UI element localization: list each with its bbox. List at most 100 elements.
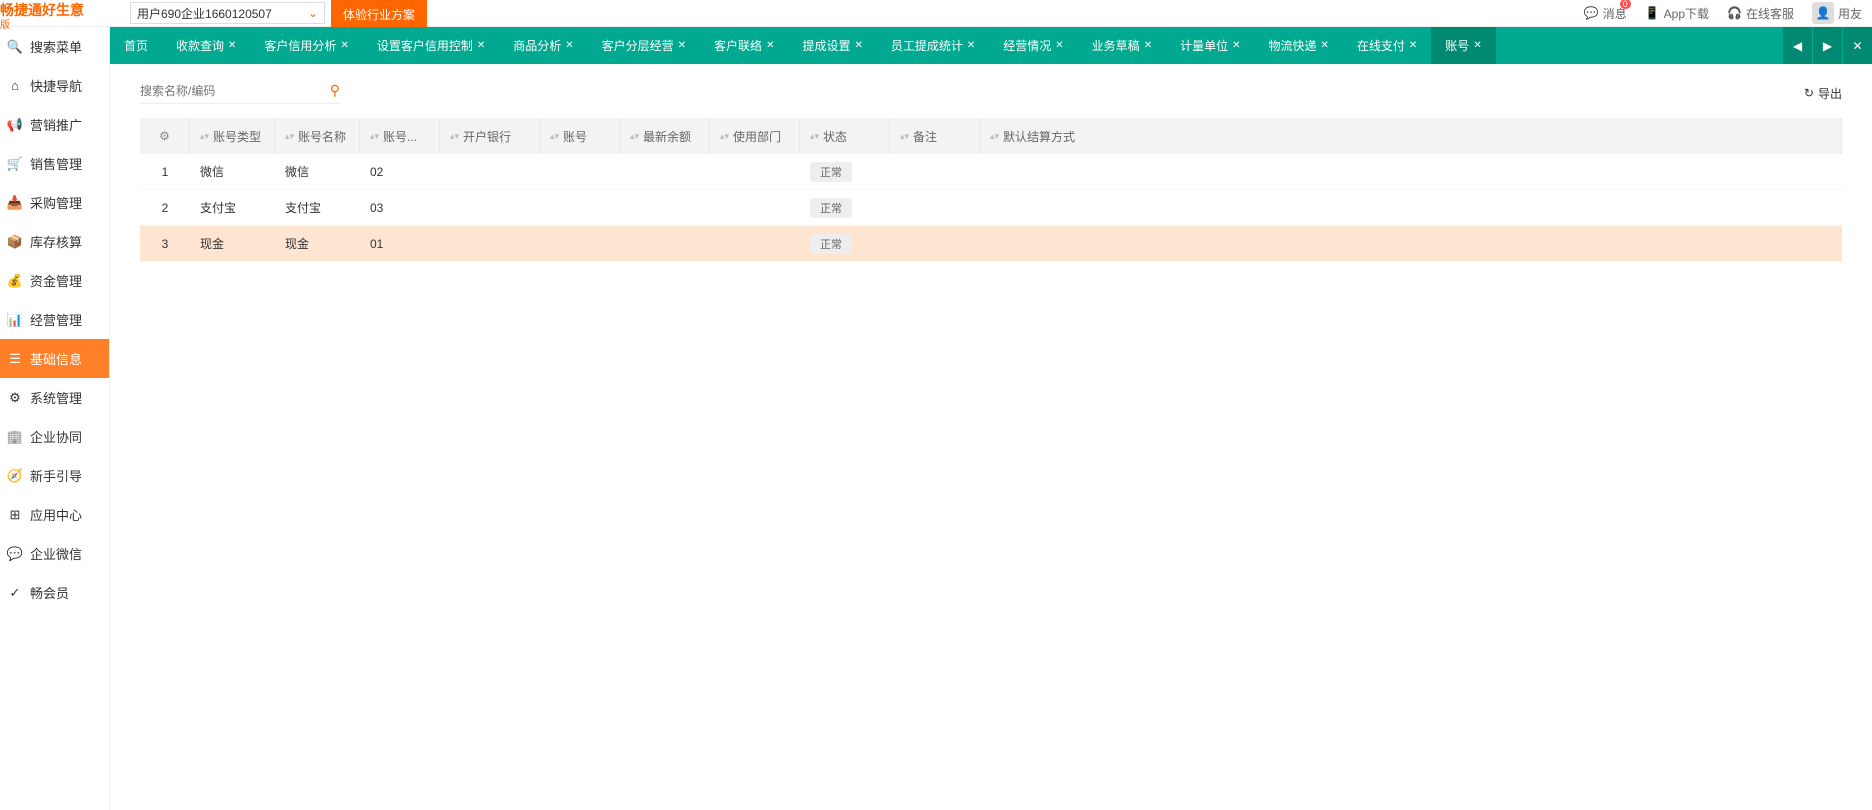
cell-name: 现金 (275, 235, 360, 252)
sidebar-item-label: 搜索菜单 (30, 37, 82, 56)
close-icon[interactable]: ✕ (678, 40, 686, 51)
close-icon[interactable]: ✕ (1473, 40, 1481, 51)
gear-icon: ⚙ (159, 129, 170, 143)
column-department[interactable]: ▴▾使用部门 (710, 118, 800, 154)
enterprise-select-value: 用户690企业1660120507 (137, 5, 272, 22)
tab-scroll-left-button[interactable]: ◀ (1782, 27, 1812, 64)
sidebar-item-label: 新手引导 (30, 466, 82, 485)
enterprise-select[interactable]: 用户690企业1660120507 ⌄ (130, 2, 325, 24)
cell-status: 正常 (800, 234, 890, 254)
close-icon[interactable]: ✕ (854, 40, 862, 51)
tab-9[interactable]: 经营情况✕ (989, 27, 1077, 64)
tab-8[interactable]: 员工提成统计 ✕ (877, 27, 989, 64)
sidebar-item-label: 销售管理 (30, 154, 82, 173)
sort-icon: ▴▾ (200, 134, 209, 139)
sidebar-item-11[interactable]: 🧭新手引导 (0, 456, 109, 495)
search-input[interactable] (140, 84, 330, 98)
top-header: 畅捷通好生意 版 用户690企业1660120507 ⌄ 体验行业方案 💬 消息… (0, 0, 1872, 27)
close-icon[interactable]: ✕ (1232, 40, 1240, 51)
close-icon[interactable]: ✕ (1144, 40, 1152, 51)
logo-sub: 版 (0, 16, 10, 31)
sidebar-item-1[interactable]: ⌂快捷导航 (0, 66, 109, 105)
sidebar-item-3[interactable]: 🛒销售管理 (0, 144, 109, 183)
tab-bar: 首页收款查询✕客户信用分析✕设置客户信用控制✕商品分析✕客户分层经营✕客户联络✕… (110, 27, 1872, 64)
tab-10[interactable]: 业务草稿 ✕ (1078, 27, 1166, 64)
tab-12[interactable]: 物流快递✕ (1254, 27, 1342, 64)
sidebar-item-0[interactable]: 🔍 搜索菜单 (0, 27, 109, 66)
close-icon[interactable]: ✕ (967, 40, 975, 51)
user-label: 用友 (1838, 5, 1862, 22)
sidebar-item-12[interactable]: ⊞应用中心 (0, 495, 109, 534)
messages-link[interactable]: 💬 消息 0 (1584, 5, 1627, 22)
column-status[interactable]: ▴▾状态 (800, 118, 890, 154)
tab-2[interactable]: 客户信用分析✕ (250, 27, 362, 64)
sidebar-item-label: 企业微信 (30, 544, 82, 563)
export-button[interactable]: ↻ 导出 (1804, 85, 1842, 102)
close-icon[interactable]: ✕ (1409, 40, 1417, 51)
tab-1[interactable]: 收款查询✕ (162, 27, 250, 64)
sidebar-item-8[interactable]: ☰基础信息 (0, 339, 109, 378)
tab-label: 员工提成统计 (891, 37, 963, 54)
tab-label: 业务草稿 (1092, 37, 1140, 54)
tab-6[interactable]: 客户联络✕ (700, 27, 788, 64)
close-icon[interactable]: ✕ (1055, 40, 1063, 51)
close-icon[interactable]: ✕ (1321, 40, 1329, 51)
header-right: 💬 消息 0 📱 App下载 🎧 在线客服 👤 用友 (1584, 2, 1862, 24)
sidebar-icon: 🏢 (8, 430, 22, 444)
tab-13[interactable]: 在线支付✕ (1343, 27, 1431, 64)
export-icon: ↻ (1804, 86, 1814, 100)
search-icon[interactable]: ⚲ (330, 82, 340, 99)
sidebar-item-label: 基础信息 (30, 349, 82, 368)
tab-4[interactable]: 商品分析 ✕ (499, 27, 587, 64)
close-icon[interactable]: ✕ (477, 40, 485, 51)
close-icon[interactable]: ✕ (228, 40, 236, 51)
column-balance[interactable]: ▴▾最新余额 (620, 118, 710, 154)
cell-status: 正常 (800, 198, 890, 218)
sidebar-item-4[interactable]: 📥采购管理 (0, 183, 109, 222)
sidebar-item-2[interactable]: 📢营销推广 (0, 105, 109, 144)
tab-7[interactable]: 提成设置✕ (788, 27, 876, 64)
column-bank[interactable]: ▴▾开户银行 (440, 118, 540, 154)
user-menu[interactable]: 👤 用友 (1812, 2, 1862, 24)
tab-5[interactable]: 客户分层经营✕ (588, 27, 700, 64)
online-service-link[interactable]: 🎧 在线客服 (1727, 5, 1794, 22)
cell-number: 03 (360, 201, 440, 215)
column-account[interactable]: ▴▾账号 (540, 118, 620, 154)
close-icon[interactable]: ✕ (340, 40, 348, 51)
tab-3[interactable]: 设置客户信用控制✕ (363, 27, 499, 64)
table-row[interactable]: 2 支付宝 支付宝 03 正常 (140, 190, 1842, 226)
tab-14[interactable]: 账号✕ (1431, 27, 1495, 64)
tab-scroll-right-button[interactable]: ▶ (1812, 27, 1842, 64)
table-body: 1 微信 微信 02 正常 2 支付宝 支付宝 03 正常 3 现金 现金 01… (140, 154, 1842, 262)
sidebar-item-5[interactable]: 📦库存核算 (0, 222, 109, 261)
close-icon[interactable]: ✕ (565, 40, 573, 51)
tab-close-all-button[interactable]: ✕ (1842, 27, 1872, 64)
sidebar: 🔍 搜索菜单 ⌂快捷导航📢营销推广🛒销售管理📥采购管理📦库存核算💰资金管理📊经营管理… (0, 27, 110, 810)
tab-0[interactable]: 首页 (110, 27, 162, 64)
try-industry-button[interactable]: 体验行业方案 (331, 0, 427, 27)
tab-11[interactable]: 计量单位✕ (1166, 27, 1254, 64)
tab-label: 商品分析 (513, 37, 561, 54)
sidebar-icon: 💰 (8, 274, 22, 288)
table-row[interactable]: 1 微信 微信 02 正常 (140, 154, 1842, 190)
sort-icon: ▴▾ (550, 134, 559, 139)
column-type[interactable]: ▴▾账号类型 (190, 118, 275, 154)
sidebar-item-10[interactable]: 🏢企业协同 (0, 417, 109, 456)
app-download-link[interactable]: 📱 App下载 (1645, 5, 1709, 22)
logo: 畅捷通好生意 (0, 0, 84, 20)
sidebar-item-14[interactable]: ✓畅会员 (0, 573, 109, 612)
cell-type: 现金 (190, 235, 275, 252)
sidebar-icon: 🔍 (8, 40, 22, 54)
column-number[interactable]: ▴▾账号... (360, 118, 440, 154)
table-row[interactable]: 3 现金 现金 01 正常 (140, 226, 1842, 262)
cell-index: 1 (140, 165, 190, 179)
column-gear[interactable]: ⚙ (140, 118, 190, 154)
sidebar-item-6[interactable]: 💰资金管理 (0, 261, 109, 300)
sidebar-item-13[interactable]: 💬企业微信 (0, 534, 109, 573)
sidebar-item-9[interactable]: ⚙系统管理 (0, 378, 109, 417)
column-settlement[interactable]: ▴▾默认结算方式 (980, 118, 1842, 154)
column-remark[interactable]: ▴▾备注 (890, 118, 980, 154)
column-name[interactable]: ▴▾账号名称 (275, 118, 360, 154)
close-icon[interactable]: ✕ (766, 40, 774, 51)
sidebar-item-7[interactable]: 📊经营管理 (0, 300, 109, 339)
